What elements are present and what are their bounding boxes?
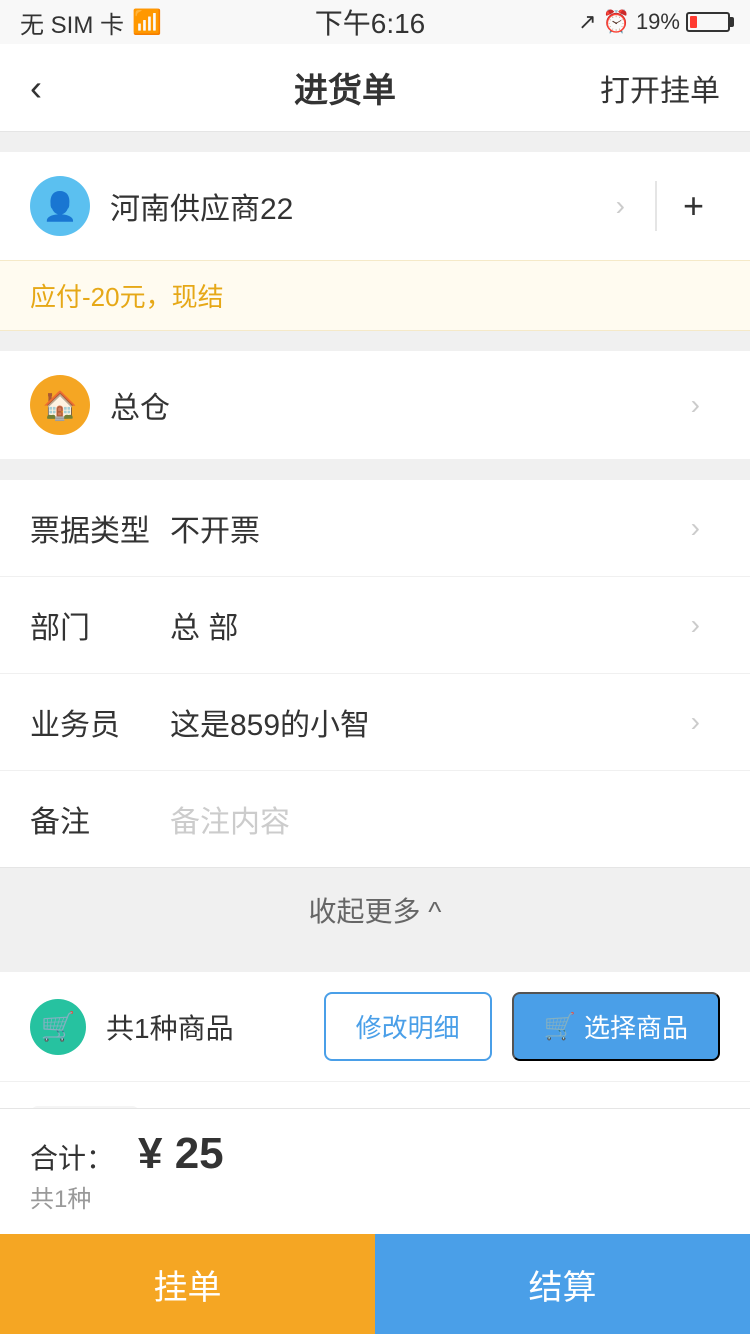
open-pending-button[interactable]: 打开挂单 [600,66,720,110]
nav-bar: ‹ 进货单 打开挂单 [0,44,750,132]
product-count-label: 共1种商品 [106,1007,304,1047]
add-supplier-button[interactable]: + [667,185,720,227]
total-label: 合计： [30,1137,114,1177]
status-left: 无 SIM 卡 📶 [20,5,162,40]
battery-percent: 19% [636,9,680,35]
payment-info-banner: 应付-20元，现结 [0,260,750,331]
remark-input[interactable]: 备注内容 [170,797,720,841]
footer-total-row: 合计： ¥ 25 共1种 [0,1108,750,1234]
status-right: ↗ ⏰ 19% [578,9,730,35]
location-icon: ↗ [578,9,596,35]
carrier-text: 无 SIM 卡 [20,5,124,40]
select-product-button[interactable]: 🛒 选择商品 [512,992,720,1061]
warehouse-row[interactable]: 🏠 总仓 › [0,351,750,459]
salesperson-chevron-icon: › [691,706,700,738]
collapse-button[interactable]: 收起更多 ^ [0,867,750,952]
supplier-divider [655,181,657,231]
salesperson-row[interactable]: 业务员 这是859的小智 › [0,673,750,770]
supplier-avatar: 👤 [30,176,90,236]
form-card: 票据类型 不开票 › 部门 总 部 › 业务员 这是859的小智 › 备注 备注… [0,479,750,867]
ticket-type-chevron-icon: › [691,512,700,544]
hang-order-button[interactable]: 挂单 [0,1234,375,1334]
supplier-row[interactable]: 👤 河南供应商22 › + [0,152,750,260]
remark-row[interactable]: 备注 备注内容 [0,770,750,867]
salesperson-value: 这是859的小智 [170,700,691,744]
remark-label: 备注 [30,797,170,841]
footer: 合计： ¥ 25 共1种 挂单 结算 [0,1108,750,1334]
section-gap-3 [0,459,750,479]
department-label: 部门 [30,603,170,647]
ticket-type-row[interactable]: 票据类型 不开票 › [0,479,750,576]
alarm-icon: ⏰ [603,9,630,35]
supplier-chevron-icon: › [616,190,625,222]
battery-fill [690,16,697,28]
edit-detail-button[interactable]: 修改明细 [324,992,492,1061]
wifi-icon: 📶 [132,8,162,37]
total-amount: ¥ 25 [138,1129,720,1179]
warehouse-chevron-icon: › [691,389,700,421]
settle-button[interactable]: 结算 [375,1234,750,1334]
department-row[interactable]: 部门 总 部 › [0,576,750,673]
footer-total-info: 合计： ¥ 25 共1种 [30,1129,720,1214]
section-gap-2 [0,331,750,351]
select-product-icon: 🛒 [544,1011,576,1042]
warehouse-icon: 🏠 [30,375,90,435]
battery-icon [686,12,730,32]
product-cart-icon: 🛒 [30,999,86,1055]
status-time: 下午6:16 [315,2,426,42]
total-sub-label: 共1种 [30,1179,720,1214]
section-gap-1 [0,132,750,152]
cart-icon-inner: 🛒 [41,1010,76,1043]
footer-actions: 挂单 结算 [0,1234,750,1334]
section-gap-4 [0,952,750,972]
back-button[interactable]: ‹ [30,67,90,109]
department-chevron-icon: › [691,609,700,641]
warehouse-card: 🏠 总仓 › [0,351,750,459]
department-value: 总 部 [170,603,691,647]
status-bar: 无 SIM 卡 📶 下午6:16 ↗ ⏰ 19% [0,0,750,44]
avatar-icon: 👤 [43,190,78,223]
page-title: 进货单 [294,63,396,112]
salesperson-label: 业务员 [30,700,170,744]
supplier-card: 👤 河南供应商22 › + 应付-20元，现结 [0,152,750,331]
product-header: 🛒 共1种商品 修改明细 🛒 选择商品 [0,972,750,1081]
ticket-type-value: 不开票 [170,506,691,550]
ticket-type-label: 票据类型 [30,506,170,550]
supplier-name: 河南供应商22 [110,184,616,228]
warehouse-name: 总仓 [110,383,691,427]
select-product-label: 选择商品 [584,1008,688,1045]
